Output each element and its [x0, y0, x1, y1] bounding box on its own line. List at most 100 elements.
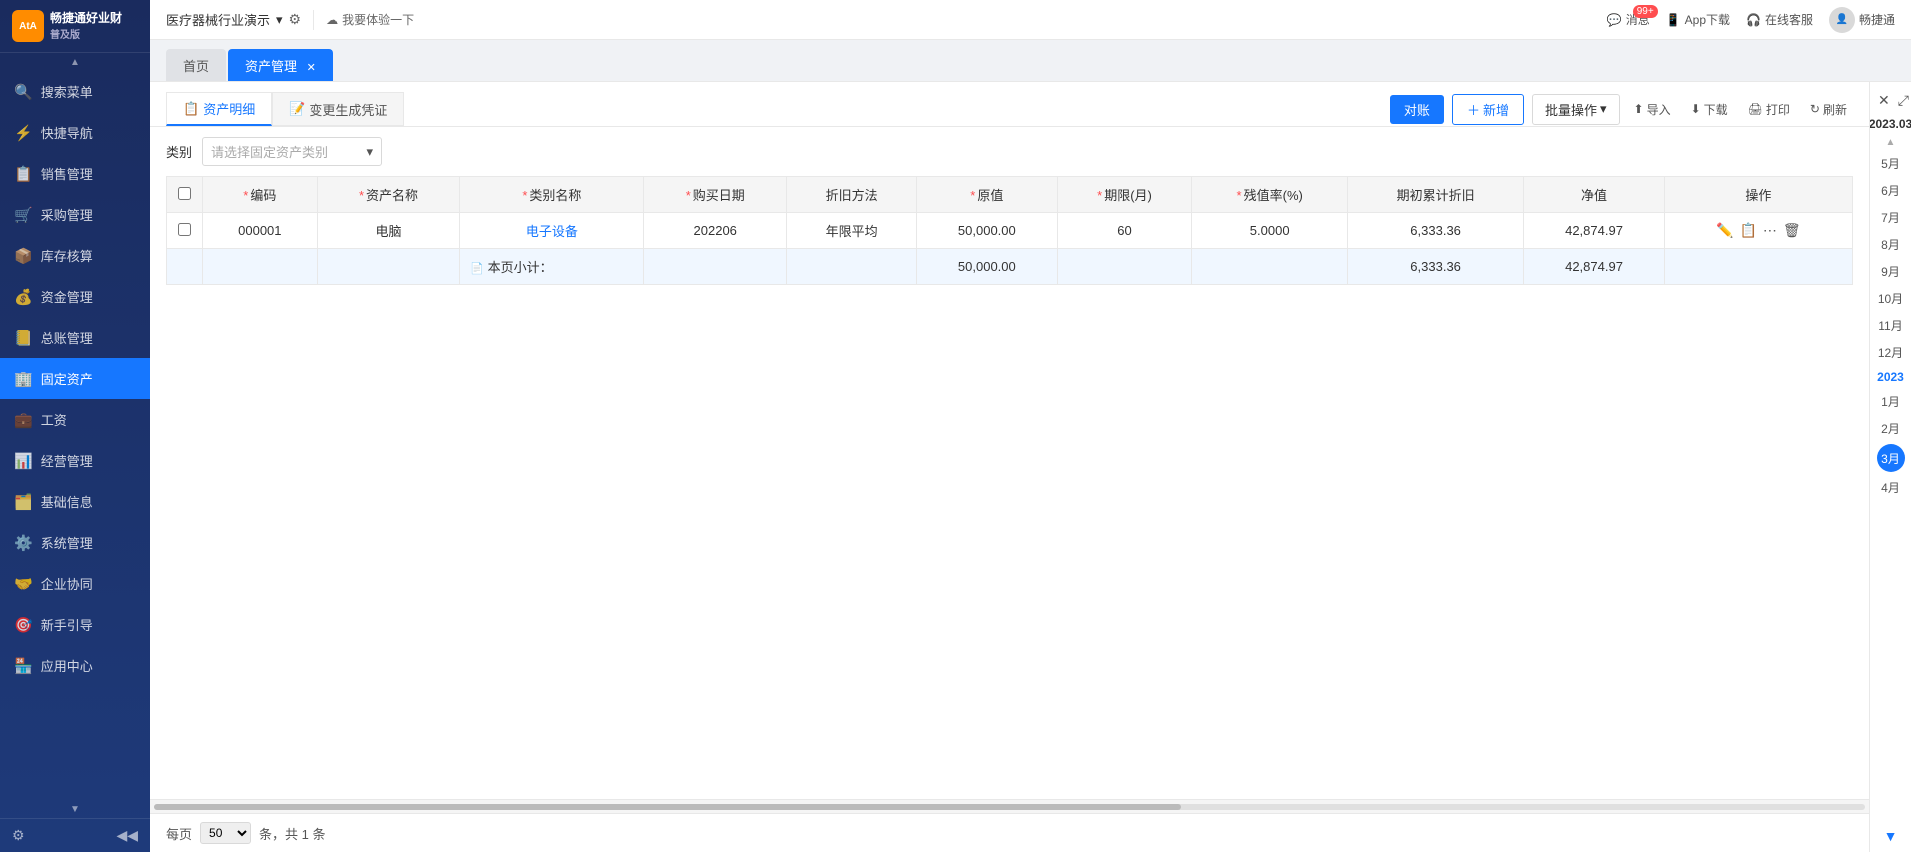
tab-asset-detail[interactable]: 📋 资产明细 — [166, 92, 272, 126]
month-scroll-up[interactable]: ▲ — [1870, 135, 1911, 150]
change-voucher-icon: 📝 — [289, 101, 305, 117]
month-10[interactable]: 10月 — [1870, 285, 1911, 312]
refresh-icon: ↻ — [1810, 102, 1820, 116]
sidebar-item-guide[interactable]: 🎯 新手引导 — [0, 604, 150, 645]
download-icon: ⬇ — [1691, 102, 1701, 116]
sidebar-item-funds[interactable]: 💰 资金管理 — [0, 276, 150, 317]
more-icon[interactable]: ⋯ — [1763, 222, 1777, 239]
company-selector[interactable]: 医疗器械行业演示 ▾ ⚙ — [166, 10, 301, 29]
sidebar-item-payroll[interactable]: 💼 工资 — [0, 399, 150, 440]
category-dropdown-icon: ▾ — [366, 144, 373, 160]
sidebar-item-purchase[interactable]: 🛒 采购管理 — [0, 194, 150, 235]
sidebar-item-fixed-assets[interactable]: 🏢 固定资产 — [0, 358, 150, 399]
user-name: 畅捷通 — [1859, 11, 1895, 28]
refresh-button[interactable]: ↻ 刷新 — [1804, 97, 1853, 122]
month-5[interactable]: 5月 — [1870, 150, 1911, 177]
tab-asset-mgmt-label: 资产管理 — [245, 59, 297, 74]
sidebar-item-sales[interactable]: 📋 销售管理 — [0, 153, 150, 194]
month-12[interactable]: 12月 — [1870, 339, 1911, 366]
sidebar-item-basic[interactable]: 🗂️ 基础信息 — [0, 481, 150, 522]
sidebar-scroll-down[interactable]: ▼ — [0, 800, 150, 818]
horizontal-scrollbar[interactable] — [150, 799, 1869, 813]
delete-icon[interactable]: 🗑 — [1783, 222, 1801, 239]
sidebar-item-enterprise[interactable]: 🤝 企业协同 — [0, 563, 150, 604]
tab-asset-detail-label: 资产明细 — [203, 99, 255, 118]
sidebar-item-app-center-label: 应用中心 — [41, 656, 93, 675]
batch-button[interactable]: 批量操作 ▾ — [1532, 94, 1620, 125]
row-select-checkbox[interactable] — [178, 223, 191, 236]
month-8[interactable]: 8月 — [1870, 231, 1911, 258]
batch-label: 批量操作 — [1545, 100, 1597, 119]
match-button[interactable]: 对账 — [1390, 95, 1444, 124]
batch-dropdown-icon: ▾ — [1600, 101, 1607, 117]
sidebar-search[interactable]: 🔍 搜索菜单 — [0, 71, 150, 112]
cell-depreciation-method: 年限平均 — [787, 213, 917, 249]
add-button[interactable]: ＋ 新增 — [1452, 94, 1524, 125]
sidebar-item-system[interactable]: ⚙️ 系统管理 — [0, 522, 150, 563]
cell-period-months: 60 — [1057, 213, 1192, 249]
subtotal-empty-2 — [203, 249, 318, 285]
sidebar-item-app-center[interactable]: 🏪 应用中心 — [0, 645, 150, 686]
cell-asset-name: 电脑 — [317, 213, 460, 249]
sidebar-quick-nav-label: 快捷导航 — [41, 123, 93, 142]
th-net-value: 净值 — [1524, 177, 1664, 213]
month-2[interactable]: 2月 — [1870, 415, 1911, 442]
download-button[interactable]: ⬇ 下载 — [1685, 97, 1734, 122]
copy-icon[interactable]: 📋 — [1739, 222, 1756, 239]
app-download-btn[interactable]: 📱 App下载 — [1666, 11, 1730, 28]
sidebar-item-business[interactable]: 📊 经营管理 — [0, 440, 150, 481]
select-all-checkbox[interactable] — [178, 187, 191, 200]
settings-icon[interactable]: ⚙ — [12, 827, 25, 844]
subtotal-empty-7 — [1192, 249, 1347, 285]
month-4[interactable]: 4月 — [1870, 474, 1911, 501]
collapse-icon[interactable]: ◀◀ — [116, 827, 138, 844]
pagination-row: 每页 50 10 20 100 条，共 1 条 — [150, 813, 1869, 852]
cell-initial-accum-deprec: 6,333.36 — [1347, 213, 1523, 249]
sidebar-item-inventory[interactable]: 📦 库存核算 — [0, 235, 150, 276]
tab-asset-mgmt[interactable]: 资产管理 ✕ — [228, 49, 333, 81]
right-panel-expand-icon[interactable]: ⤢ — [1894, 88, 1911, 113]
month-9[interactable]: 9月 — [1870, 258, 1911, 285]
add-icon: ＋ — [1467, 100, 1480, 119]
print-button[interactable]: 🖨 打印 — [1742, 97, 1796, 122]
message-btn[interactable]: 💬 消息 99+ — [1607, 11, 1650, 28]
category-select[interactable]: 请选择固定资产类别 ▾ — [202, 137, 382, 166]
per-page-select[interactable]: 50 10 20 100 — [200, 822, 251, 844]
cell-residual-rate: 5.0000 — [1192, 213, 1347, 249]
user-menu[interactable]: 👤 畅捷通 — [1829, 7, 1895, 33]
month-3-active[interactable]: 3月 — [1877, 444, 1905, 472]
month-11[interactable]: 11月 — [1870, 312, 1911, 339]
month-7[interactable]: 7月 — [1870, 204, 1911, 231]
sub-tabs-left: 📋 资产明细 📝 变更生成凭证 — [166, 92, 404, 126]
tab-home[interactable]: 首页 — [166, 49, 226, 81]
message-icon: 💬 — [1607, 13, 1622, 27]
th-actions: 操作 — [1664, 177, 1852, 213]
sidebar-scroll-up[interactable]: ▲ — [0, 53, 150, 71]
sidebar-item-system-label: 系统管理 — [41, 533, 93, 552]
experience-btn[interactable]: ☁ 我要体验一下 — [326, 11, 414, 28]
ledger-icon: 📒 — [14, 329, 33, 347]
app-logo: AtA 畅捷通好业财 普及版 — [0, 0, 150, 53]
sidebar-search-label: 搜索菜单 — [41, 82, 93, 101]
month-scroll-down[interactable]: ▼ — [1870, 826, 1911, 846]
month-6[interactable]: 6月 — [1870, 177, 1911, 204]
online-service-btn[interactable]: 🎧 在线客服 — [1746, 11, 1813, 28]
sidebar-item-funds-label: 资金管理 — [41, 287, 93, 306]
import-button[interactable]: ⬆ 导入 — [1628, 97, 1677, 122]
sidebar-item-business-label: 经营管理 — [41, 451, 93, 470]
th-original-value: *原值 — [917, 177, 1057, 213]
edit-icon[interactable]: ✏️ — [1716, 222, 1733, 239]
right-panel-close-icon[interactable]: ✕ — [1874, 88, 1894, 113]
add-label: 新增 — [1483, 100, 1509, 119]
subtotal-empty-6 — [1057, 249, 1192, 285]
cell-purchase-date: 202206 — [644, 213, 787, 249]
app-name: 畅捷通好业财 — [50, 11, 122, 27]
tab-change-voucher[interactable]: 📝 变更生成凭证 — [272, 92, 404, 126]
tab-close-icon[interactable]: ✕ — [307, 62, 316, 74]
company-settings-icon[interactable]: ⚙ — [289, 11, 302, 28]
sidebar-item-ledger[interactable]: 📒 总账管理 — [0, 317, 150, 358]
th-depreciation-method: 折旧方法 — [787, 177, 917, 213]
message-badge: 99+ — [1633, 5, 1658, 18]
sidebar-quick-nav[interactable]: ⚡ 快捷导航 — [0, 112, 150, 153]
month-1[interactable]: 1月 — [1870, 388, 1911, 415]
